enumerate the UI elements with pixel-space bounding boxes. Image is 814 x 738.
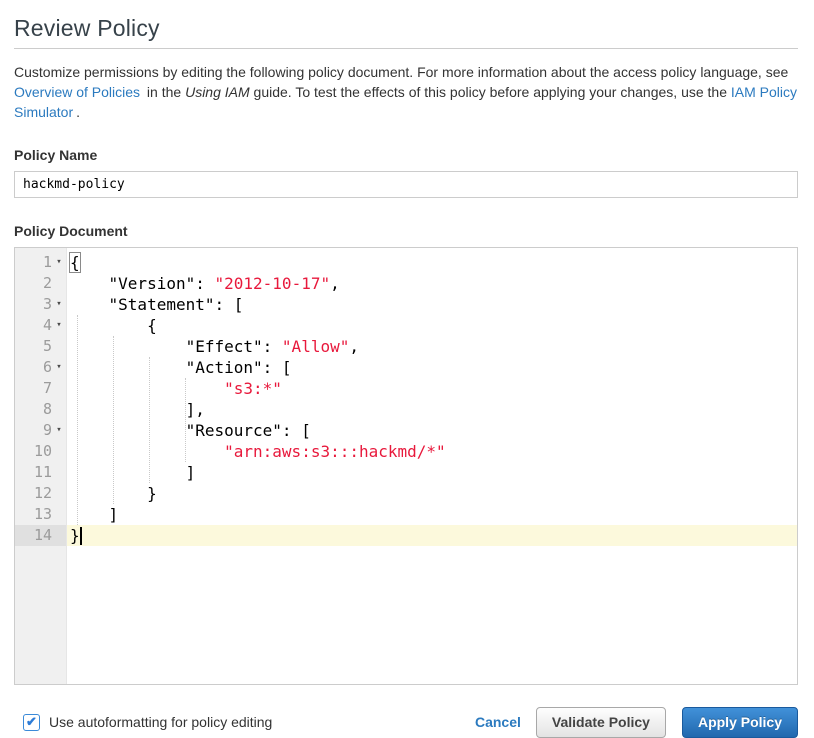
- json-string-value: "2012-10-17": [215, 274, 331, 293]
- editor-gutter: 1▾23▾4▾56▾789▾1011121314: [15, 248, 67, 684]
- json-string-value: "arn:aws:s3:::hackmd/*": [224, 442, 446, 461]
- code-line[interactable]: }: [67, 525, 797, 546]
- code-line[interactable]: {: [67, 252, 797, 273]
- gutter-row: 8: [15, 399, 66, 420]
- policy-name-input[interactable]: [14, 171, 798, 198]
- json-code-text: "Action": [: [70, 358, 292, 377]
- gutter-row: 9▾: [15, 420, 66, 441]
- autoformat-label: Use autoformatting for policy editing: [49, 714, 272, 730]
- code-line[interactable]: "s3:*": [67, 378, 797, 399]
- review-policy-page: Review Policy Customize permissions by e…: [0, 15, 812, 737]
- line-number: 1: [15, 252, 52, 273]
- json-code-text: [70, 379, 224, 398]
- code-line[interactable]: "Resource": [: [67, 420, 797, 441]
- title-divider: [14, 48, 798, 49]
- gutter-row: 13: [15, 504, 66, 525]
- editor-code[interactable]: { "Version": "2012-10-17", "Statement": …: [67, 248, 797, 684]
- fold-arrow-icon[interactable]: ▾: [52, 357, 66, 378]
- policy-document-label: Policy Document: [14, 223, 798, 239]
- line-number: 2: [15, 273, 52, 294]
- intro-text-4: .: [76, 104, 80, 120]
- json-code-text: {: [70, 253, 80, 272]
- validate-policy-button[interactable]: Validate Policy: [536, 707, 666, 738]
- policy-document-editor[interactable]: 1▾23▾4▾56▾789▾1011121314 { "Version": "2…: [14, 247, 798, 685]
- json-code-text: [70, 442, 224, 461]
- code-line[interactable]: "Effect": "Allow",: [67, 336, 797, 357]
- code-line[interactable]: ]: [67, 504, 797, 525]
- fold-arrow-icon[interactable]: ▾: [52, 315, 66, 336]
- code-line[interactable]: }: [67, 483, 797, 504]
- line-number: 3: [15, 294, 52, 315]
- fold-arrow-icon[interactable]: ▾: [52, 252, 66, 273]
- line-number: 12: [15, 483, 52, 504]
- json-string-value: "Allow": [282, 337, 349, 356]
- intro-text-1: Customize permissions by editing the fol…: [14, 64, 788, 80]
- gutter-row: 12: [15, 483, 66, 504]
- policy-name-label: Policy Name: [14, 147, 798, 163]
- gutter-row: 2: [15, 273, 66, 294]
- json-code-text: "Resource": [: [70, 421, 311, 440]
- checkmark-icon: ✔: [26, 715, 37, 728]
- json-code-text: ,: [349, 337, 359, 356]
- code-line[interactable]: "Version": "2012-10-17",: [67, 273, 797, 294]
- using-iam-guide-name: Using IAM: [185, 84, 250, 100]
- gutter-row: 4▾: [15, 315, 66, 336]
- line-number: 7: [15, 378, 52, 399]
- line-number: 13: [15, 504, 52, 525]
- gutter-row: 1▾: [15, 252, 66, 273]
- line-number: 14: [15, 525, 52, 546]
- json-code-text: "Effect":: [70, 337, 282, 356]
- code-line[interactable]: "arn:aws:s3:::hackmd/*": [67, 441, 797, 462]
- intro-text-2: in the: [143, 84, 185, 100]
- text-cursor: [80, 527, 82, 545]
- gutter-row: 7: [15, 378, 66, 399]
- autoformat-option: ✔ Use autoformatting for policy editing: [23, 714, 272, 731]
- apply-policy-button[interactable]: Apply Policy: [682, 707, 798, 738]
- gutter-row: 6▾: [15, 357, 66, 378]
- code-line[interactable]: ]: [67, 462, 797, 483]
- code-line[interactable]: ],: [67, 399, 797, 420]
- line-number: 4: [15, 315, 52, 336]
- json-string-value: "s3:*": [224, 379, 282, 398]
- json-code-text: }: [70, 484, 157, 503]
- code-line[interactable]: "Statement": [: [67, 294, 797, 315]
- json-code-text: {: [70, 316, 157, 335]
- json-code-text: ,: [330, 274, 340, 293]
- cancel-link[interactable]: Cancel: [475, 714, 521, 730]
- json-code-text: ],: [70, 400, 205, 419]
- gutter-row: 3▾: [15, 294, 66, 315]
- code-line[interactable]: "Action": [: [67, 357, 797, 378]
- line-number: 11: [15, 462, 52, 483]
- line-number: 10: [15, 441, 52, 462]
- fold-arrow-icon[interactable]: ▾: [52, 420, 66, 441]
- gutter-row: 11: [15, 462, 66, 483]
- action-buttons: Cancel Validate Policy Apply Policy: [475, 707, 798, 738]
- fold-arrow-icon[interactable]: ▾: [52, 294, 66, 315]
- footer-bar: ✔ Use autoformatting for policy editing …: [14, 707, 798, 737]
- line-number: 5: [15, 336, 52, 357]
- line-number: 6: [15, 357, 52, 378]
- line-number: 9: [15, 420, 52, 441]
- overview-of-policies-link[interactable]: Overview of Policies: [14, 84, 140, 100]
- gutter-row: 14: [15, 525, 66, 546]
- intro-text-3: guide. To test the effects of this polic…: [250, 84, 731, 100]
- line-number: 8: [15, 399, 52, 420]
- page-title: Review Policy: [14, 15, 798, 42]
- json-code-text: "Version":: [70, 274, 215, 293]
- json-code-text: "Statement": [: [70, 295, 243, 314]
- json-code-text: ]: [70, 463, 195, 482]
- code-line[interactable]: {: [67, 315, 797, 336]
- json-code-text: }: [70, 526, 80, 545]
- gutter-row: 10: [15, 441, 66, 462]
- gutter-row: 5: [15, 336, 66, 357]
- autoformat-checkbox[interactable]: ✔: [23, 714, 40, 731]
- json-code-text: ]: [70, 505, 118, 524]
- intro-paragraph: Customize permissions by editing the fol…: [14, 62, 800, 122]
